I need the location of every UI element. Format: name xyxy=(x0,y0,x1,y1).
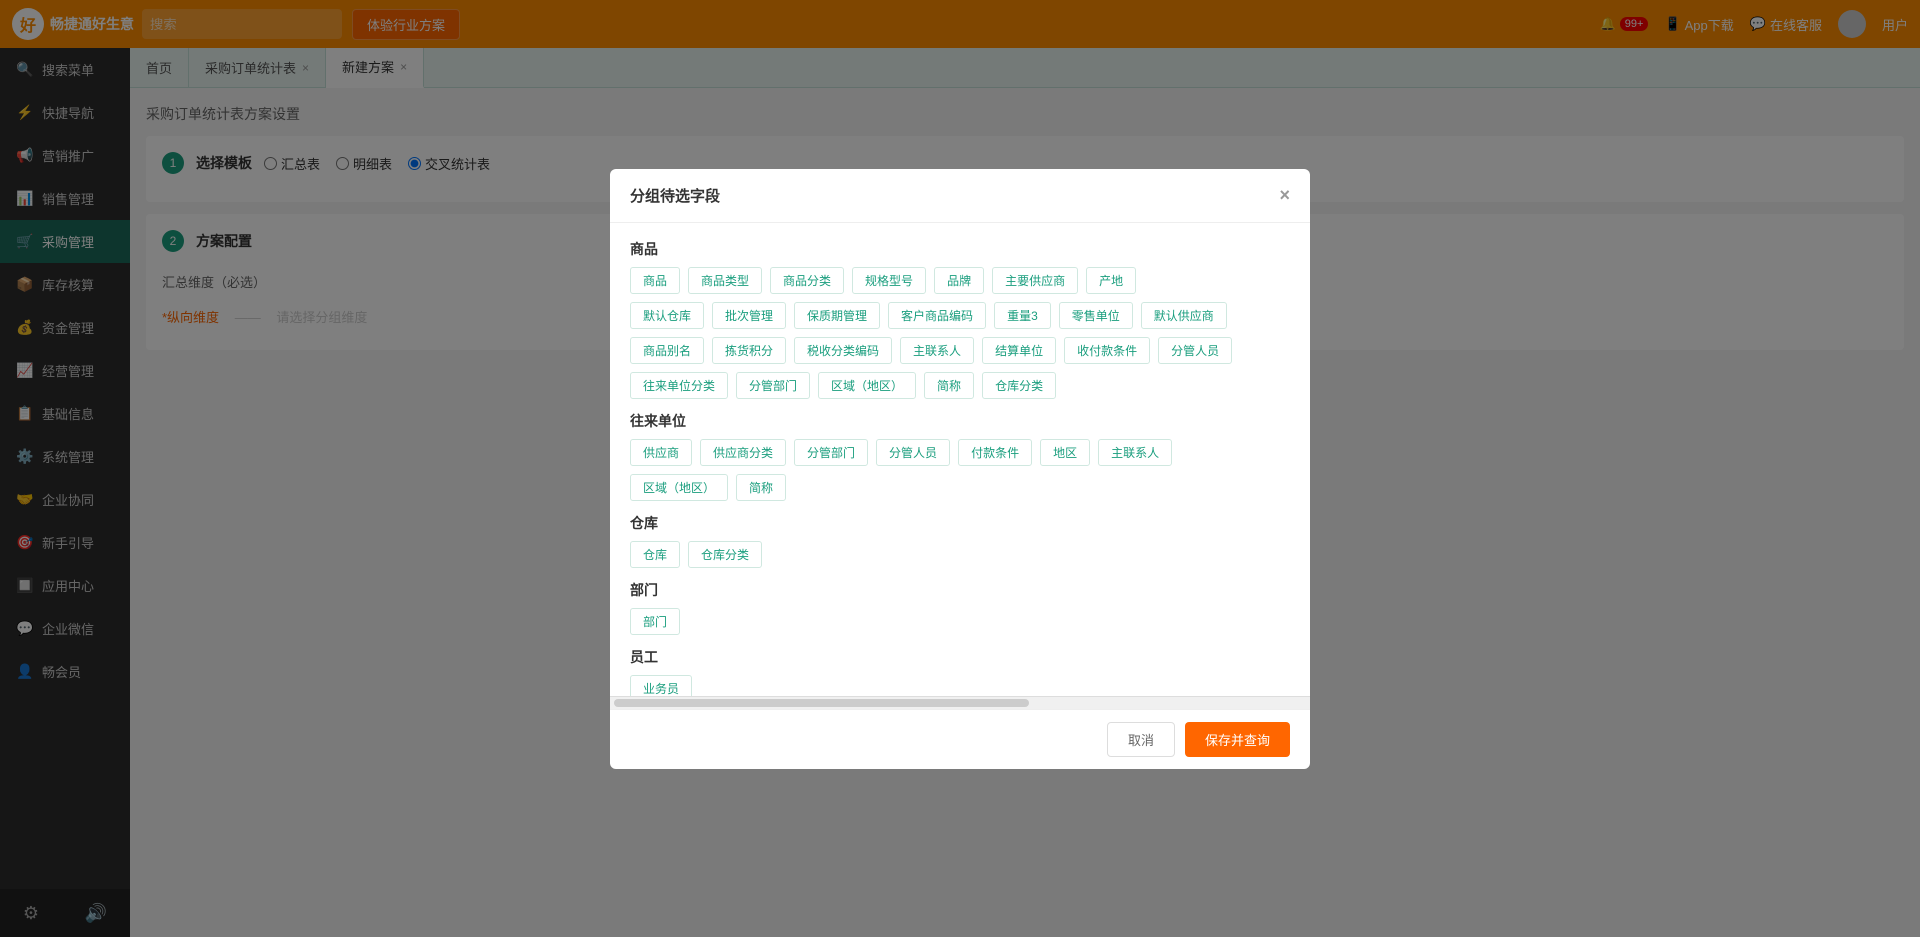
field-tag[interactable]: 仓库分类 xyxy=(688,541,762,568)
field-tags-partner: 供应商 供应商分类 分管部门 分管人员 付款条件 地区 主联系人 xyxy=(630,439,1290,466)
field-tag[interactable]: 商品类型 xyxy=(688,267,762,294)
field-tag[interactable]: 拣货积分 xyxy=(712,337,786,364)
field-tag[interactable]: 分管部门 xyxy=(794,439,868,466)
field-tag[interactable]: 产地 xyxy=(1086,267,1136,294)
field-tag[interactable]: 往来单位分类 xyxy=(630,372,728,399)
modal-body[interactable]: 商品 商品 商品类型 商品分类 规格型号 品牌 主要供应商 产地 默认仓库 批次… xyxy=(610,223,1310,697)
field-tag[interactable]: 重量3 xyxy=(994,302,1051,329)
field-tag[interactable]: 业务员 xyxy=(630,675,692,697)
field-tag[interactable]: 供应商 xyxy=(630,439,692,466)
modal-scroll-bottom[interactable] xyxy=(610,696,1310,708)
field-tag[interactable]: 规格型号 xyxy=(852,267,926,294)
field-tag[interactable]: 商品 xyxy=(630,267,680,294)
field-tags-goods-2: 默认仓库 批次管理 保质期管理 客户商品编码 重量3 零售单位 默认供应商 xyxy=(630,302,1290,329)
field-tag[interactable]: 地区 xyxy=(1040,439,1090,466)
section-title-partner: 往来单位 xyxy=(630,411,1290,431)
field-tag[interactable]: 零售单位 xyxy=(1059,302,1133,329)
scroll-thumb-horizontal xyxy=(614,699,1029,707)
field-tags-staff: 业务员 xyxy=(630,675,1290,697)
save-query-button[interactable]: 保存并查询 xyxy=(1185,722,1290,757)
field-tag[interactable]: 结算单位 xyxy=(982,337,1056,364)
modal-footer: 取消 保存并查询 xyxy=(610,709,1310,769)
field-tag[interactable]: 简称 xyxy=(736,474,786,501)
cancel-button[interactable]: 取消 xyxy=(1107,722,1175,757)
field-tag[interactable]: 部门 xyxy=(630,608,680,635)
field-tags-goods-3: 商品别名 拣货积分 税收分类编码 主联系人 结算单位 收付款条件 分管人员 xyxy=(630,337,1290,364)
field-tags-dept: 部门 xyxy=(630,608,1290,635)
field-tag[interactable]: 商品分类 xyxy=(770,267,844,294)
field-tags-goods-4: 往来单位分类 分管部门 区域（地区） 简称 仓库分类 xyxy=(630,372,1290,399)
field-tag[interactable]: 区域（地区） xyxy=(818,372,916,399)
field-tag[interactable]: 仓库 xyxy=(630,541,680,568)
field-tag[interactable]: 品牌 xyxy=(934,267,984,294)
field-tags-partner-2: 区域（地区） 简称 xyxy=(630,474,1290,501)
field-tag[interactable]: 客户商品编码 xyxy=(888,302,986,329)
field-tag[interactable]: 区域（地区） xyxy=(630,474,728,501)
field-tags-warehouse: 仓库 仓库分类 xyxy=(630,541,1290,568)
field-tag[interactable]: 税收分类编码 xyxy=(794,337,892,364)
field-tag[interactable]: 默认供应商 xyxy=(1141,302,1227,329)
field-tag[interactable]: 主联系人 xyxy=(1098,439,1172,466)
section-title-dept: 部门 xyxy=(630,580,1290,600)
field-tag[interactable]: 简称 xyxy=(924,372,974,399)
modal-close-btn[interactable]: × xyxy=(1279,185,1290,206)
section-title-goods: 商品 xyxy=(630,239,1290,259)
modal-overlay: 分组待选字段 × 商品 商品 商品类型 商品分类 规格型号 品牌 主要供应商 产… xyxy=(0,0,1920,937)
field-tag[interactable]: 商品别名 xyxy=(630,337,704,364)
field-tag[interactable]: 分管人员 xyxy=(876,439,950,466)
field-tag[interactable]: 收付款条件 xyxy=(1064,337,1150,364)
field-tag[interactable]: 主联系人 xyxy=(900,337,974,364)
section-title-staff: 员工 xyxy=(630,647,1290,667)
field-tags-goods: 商品 商品类型 商品分类 规格型号 品牌 主要供应商 产地 xyxy=(630,267,1290,294)
field-tag[interactable]: 分管人员 xyxy=(1158,337,1232,364)
field-tag[interactable]: 付款条件 xyxy=(958,439,1032,466)
field-tag[interactable]: 供应商分类 xyxy=(700,439,786,466)
modal: 分组待选字段 × 商品 商品 商品类型 商品分类 规格型号 品牌 主要供应商 产… xyxy=(610,169,1310,769)
field-tag[interactable]: 仓库分类 xyxy=(982,372,1056,399)
field-tag[interactable]: 主要供应商 xyxy=(992,267,1078,294)
field-tag[interactable]: 保质期管理 xyxy=(794,302,880,329)
modal-header: 分组待选字段 × xyxy=(610,169,1310,223)
field-tag[interactable]: 分管部门 xyxy=(736,372,810,399)
field-tag[interactable]: 默认仓库 xyxy=(630,302,704,329)
field-tag[interactable]: 批次管理 xyxy=(712,302,786,329)
section-title-warehouse: 仓库 xyxy=(630,513,1290,533)
modal-title: 分组待选字段 xyxy=(630,185,720,206)
